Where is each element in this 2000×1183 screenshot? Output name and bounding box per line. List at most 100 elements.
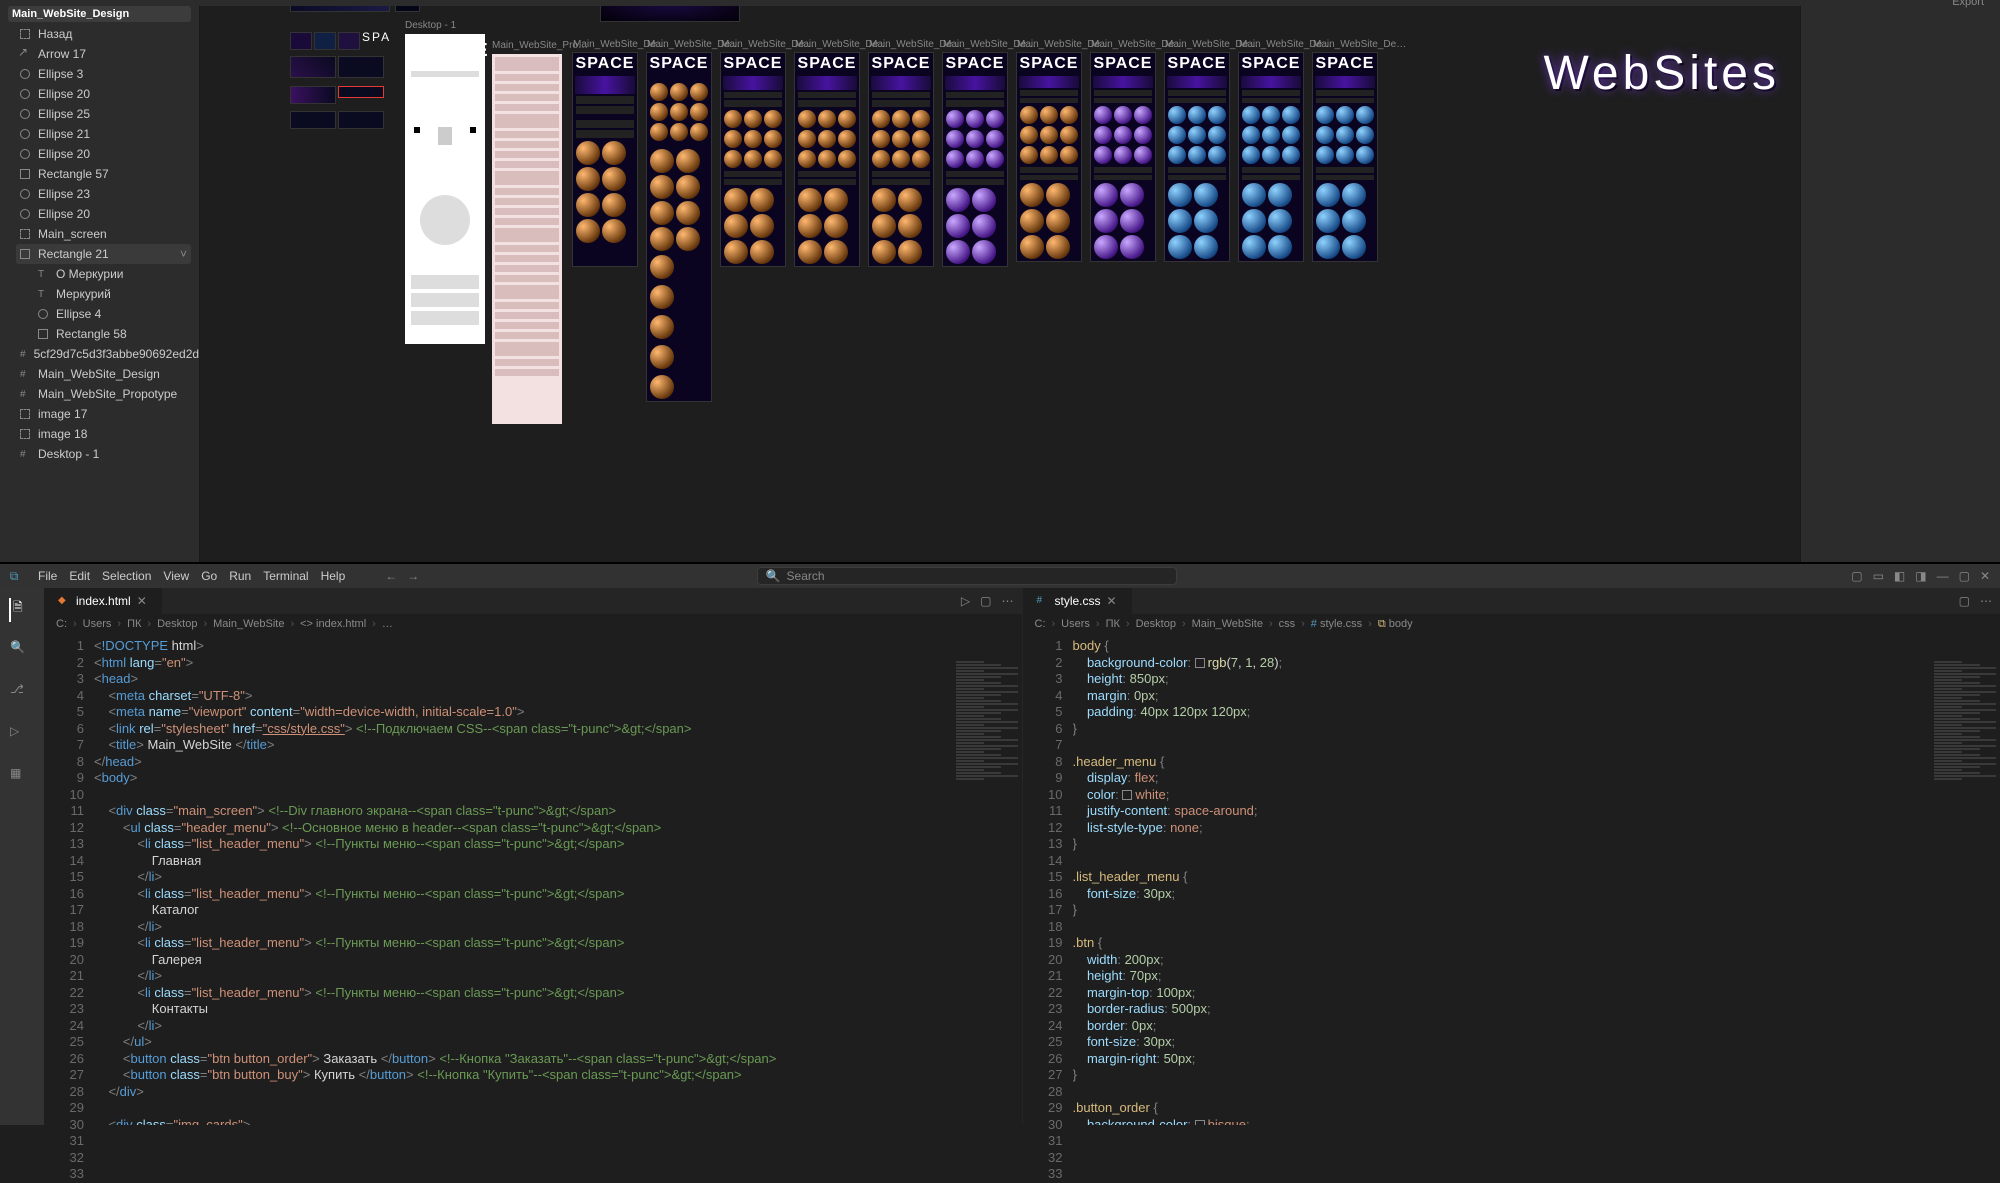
layer-arrow-icon	[20, 49, 30, 59]
menu-edit[interactable]: Edit	[69, 569, 90, 583]
search-placeholder: Search	[787, 569, 825, 583]
layer-text-icon: T	[38, 289, 48, 299]
vscode-menubar: File Edit Selection View Go Run Terminal Help	[28, 569, 345, 583]
layer-item[interactable]: Ellipse 20	[16, 204, 191, 224]
layout-icon[interactable]: ▢	[1851, 569, 1862, 583]
layer-ellipse-icon	[20, 69, 30, 79]
layer-frame-icon	[20, 409, 30, 419]
layer-item[interactable]: Rectangle 21˅	[16, 244, 191, 264]
layer-item[interactable]: Ellipse 4	[16, 304, 191, 324]
layer-item[interactable]: Rectangle 58	[16, 324, 191, 344]
editor-pane-right: # style.css ✕ ▢ ⋯ C:›Users›ПК›Desktop›Ma…	[1023, 588, 2000, 1125]
layer-item[interactable]: TО Меркурии	[16, 264, 191, 284]
layer-item[interactable]: #Desktop - 1	[16, 444, 191, 464]
layer-ellipse-icon	[38, 309, 48, 319]
layer-item[interactable]: image 18	[16, 424, 191, 444]
tab-close-icon[interactable]: ✕	[1107, 594, 1117, 608]
artboard-frame[interactable]: Main_WebSite_De…SPACE	[942, 52, 1008, 267]
layer-item[interactable]: Ellipse 3	[16, 64, 191, 84]
layout-side2-icon[interactable]: ◨	[1915, 569, 1926, 583]
maximize-icon[interactable]: ▢	[1959, 569, 1970, 583]
tab-close-icon[interactable]: ✕	[137, 594, 147, 608]
more-icon[interactable]: ⋯	[1002, 594, 1014, 608]
layer-item[interactable]: #Main_WebSite_Design	[16, 364, 191, 384]
layer-item[interactable]: Arrow 17	[16, 44, 191, 64]
breadcrumb-left[interactable]: C:›Users›ПК›Desktop›Main_WebSite›<> inde…	[44, 614, 1022, 634]
extensions-icon[interactable]: ▦	[10, 766, 34, 790]
breadcrumb-right[interactable]: C:›Users›ПК›Desktop›Main_WebSite›css›# s…	[1023, 614, 2000, 634]
nav-back-icon[interactable]: ←	[385, 569, 397, 583]
layer-hash-icon: #	[20, 449, 30, 459]
menu-terminal[interactable]: Terminal	[263, 569, 308, 583]
vscode-titlebar: ⧉ File Edit Selection View Go Run Terminal Help…	[0, 564, 2000, 588]
artboard-frame[interactable]: Main_WebSite_De…SPACE	[1164, 52, 1230, 262]
source-control-icon[interactable]: ⎇	[10, 682, 34, 706]
close-icon[interactable]: ✕	[1980, 569, 1990, 583]
code-editor-left[interactable]: 1234567891011121314151617181920212223242…	[44, 634, 1022, 1125]
artboard-frame[interactable]: Main_WebSite_De…SPACE	[1016, 52, 1082, 262]
split-editor-icon[interactable]: ▢	[1959, 594, 1970, 608]
layer-item[interactable]: Ellipse 20	[16, 144, 191, 164]
layer-item[interactable]: Ellipse 20	[16, 84, 191, 104]
layer-item[interactable]: image 17	[16, 404, 191, 424]
artboard-frame[interactable]: Main_WebSite_De…SPACE	[720, 52, 786, 267]
artboard-frame[interactable]: Main_WebSite_De…SPACE	[572, 52, 638, 267]
layer-rect-icon	[20, 249, 30, 259]
artboard-frame[interactable]: Main_WebSite_De…SPACE	[1090, 52, 1156, 262]
menu-help[interactable]: Help	[321, 569, 346, 583]
layer-item[interactable]: TМеркурий	[16, 284, 191, 304]
tab-style-css[interactable]: # style.css ✕	[1023, 588, 1132, 614]
figma-canvas[interactable]: SPA Desktop - 1 SPACE	[200, 6, 1800, 562]
layer-hash-icon: #	[20, 369, 30, 379]
layer-list: НазадArrow 17Ellipse 3Ellipse 20Ellipse …	[8, 24, 191, 464]
layer-item[interactable]: Ellipse 23	[16, 184, 191, 204]
menu-go[interactable]: Go	[201, 569, 217, 583]
run-icon[interactable]: ▷	[961, 594, 970, 608]
layer-item[interactable]: #Main_WebSite_Propotype	[16, 384, 191, 404]
artboard-label: Desktop - 1	[405, 20, 456, 31]
artboard-frame[interactable]: Main_WebSite_De…SPACE	[794, 52, 860, 267]
tab-index-html[interactable]: ◆ index.html ✕	[44, 588, 162, 614]
figma-design-panel: Export	[1800, 6, 2000, 562]
layer-item[interactable]: Ellipse 25	[16, 104, 191, 124]
figma-file-tab[interactable]: Main_WebSite_Design	[8, 6, 191, 22]
menu-run[interactable]: Run	[229, 569, 251, 583]
minimap[interactable]	[1930, 660, 2000, 1125]
artboard-frame[interactable]: Main_WebSite_De…SPACE	[646, 52, 712, 402]
titlebar-window-controls: ▢ ▭ ◧ ◨ — ▢ ✕	[1851, 569, 2000, 583]
command-center-search[interactable]: 🔍 Search	[757, 567, 1177, 585]
layout-side-icon[interactable]: ◧	[1894, 569, 1905, 583]
layout-panel-icon[interactable]: ▭	[1873, 569, 1884, 583]
layer-item[interactable]: Main_screen	[16, 224, 191, 244]
vscode-app: ⧉ File Edit Selection View Go Run Terminal Help…	[0, 562, 2000, 1125]
search-icon: 🔍	[766, 569, 781, 583]
html-file-icon: ◆	[58, 595, 70, 607]
explorer-icon[interactable]: 🗎	[9, 598, 33, 622]
minimap[interactable]	[952, 660, 1022, 1125]
layer-item[interactable]: #5cf29d7c5d3f3abbe90692ed2dc1…	[16, 344, 191, 364]
run-debug-icon[interactable]: ▷	[10, 724, 34, 748]
layer-item[interactable]: Назад	[16, 24, 191, 44]
layer-text-icon: T	[38, 269, 48, 279]
artboard-frame[interactable]: Main_WebSite_De…SPACE	[1238, 52, 1304, 262]
artboard-frame[interactable]: Main_WebSite_De…SPACE	[868, 52, 934, 267]
menu-view[interactable]: View	[163, 569, 189, 583]
search-activity-icon[interactable]: 🔍	[10, 640, 34, 664]
watermark: WebSites	[1543, 46, 1780, 101]
minimize-icon[interactable]: —	[1937, 569, 1949, 583]
layer-frame-icon	[20, 229, 30, 239]
more-icon[interactable]: ⋯	[1980, 594, 1992, 608]
menu-selection[interactable]: Selection	[102, 569, 151, 583]
vscode-logo-icon: ⧉	[0, 569, 28, 584]
layer-ellipse-icon	[20, 189, 30, 199]
split-editor-icon[interactable]: ▢	[980, 594, 991, 608]
artboard-frame[interactable]: Main_WebSite_De…SPACE	[1312, 52, 1378, 262]
layer-ellipse-icon	[20, 89, 30, 99]
code-editor-right[interactable]: 1234567891011121314151617181920212223242…	[1023, 634, 2000, 1125]
chevron-down-icon[interactable]: ˅	[180, 247, 187, 261]
layer-item[interactable]: Rectangle 57	[16, 164, 191, 184]
layer-item[interactable]: Ellipse 21	[16, 124, 191, 144]
nav-forward-icon[interactable]: →	[407, 569, 419, 583]
menu-file[interactable]: File	[38, 569, 57, 583]
layer-ellipse-icon	[20, 109, 30, 119]
